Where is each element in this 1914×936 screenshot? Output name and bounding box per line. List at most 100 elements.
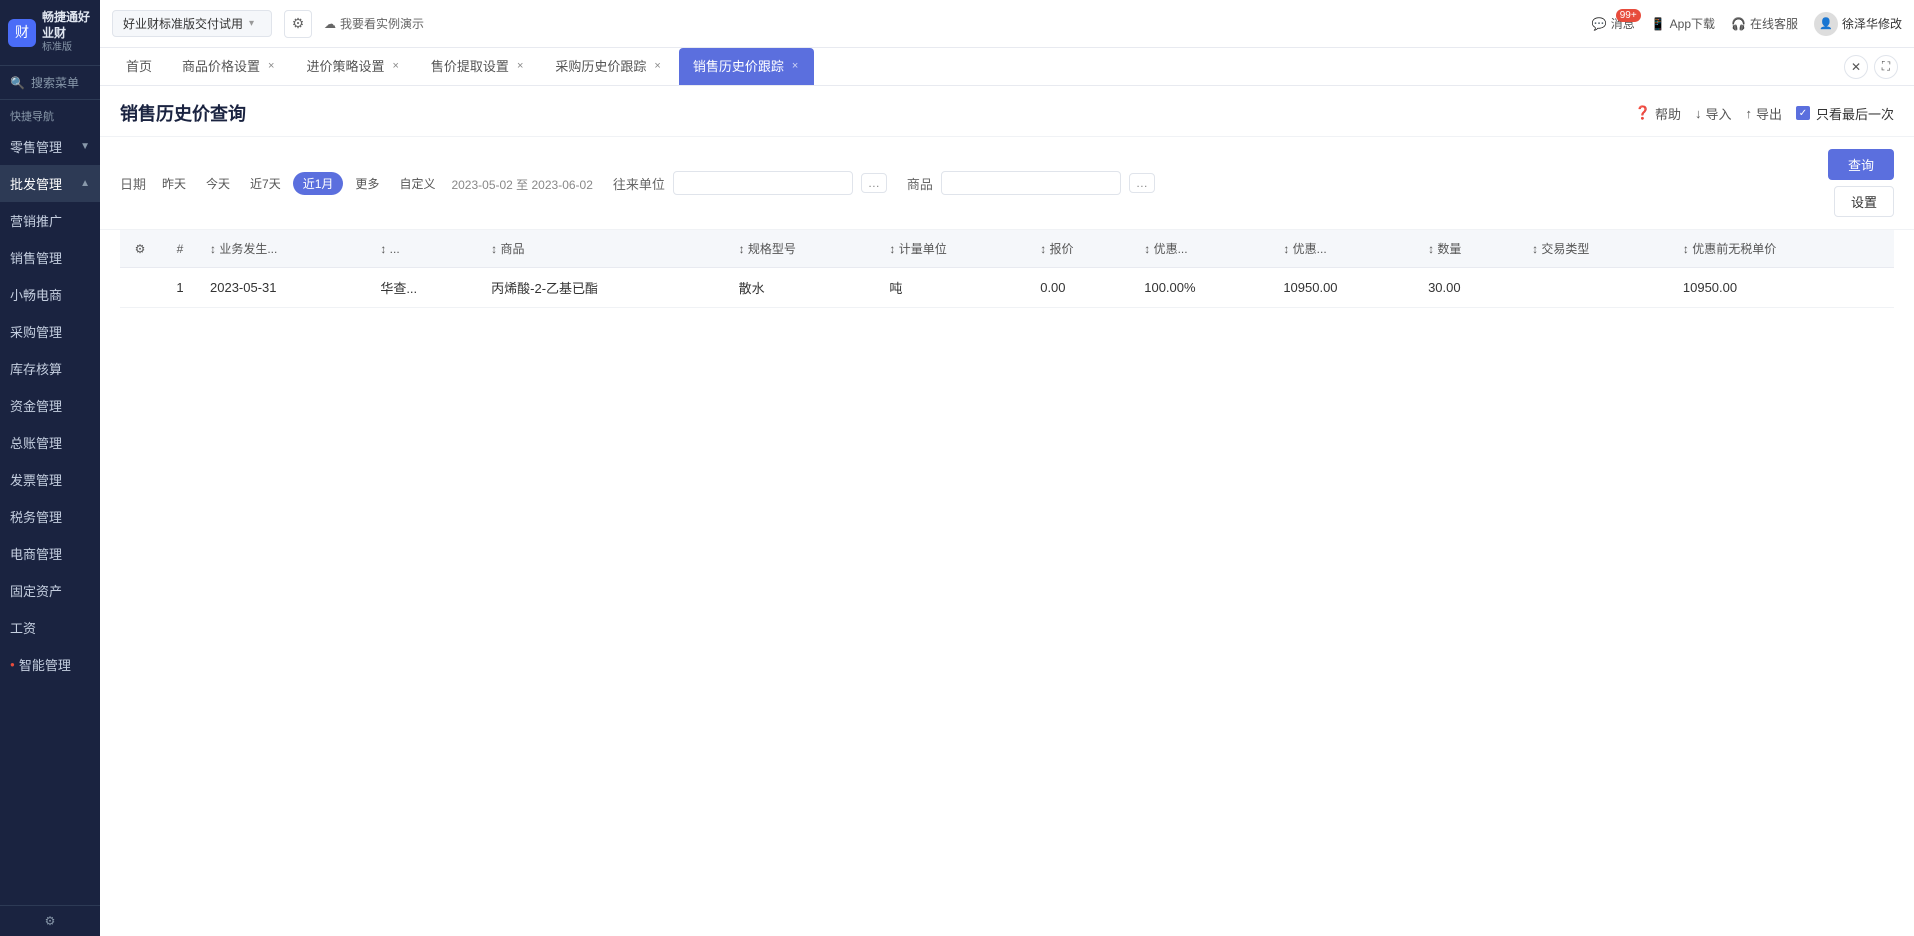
row-num-cell: 1 — [160, 268, 200, 308]
app-download-label: App下载 — [1670, 15, 1715, 32]
col-header-extra[interactable]: ↕ ... — [370, 230, 481, 268]
supplier-filter-group: 往来单位 … — [613, 171, 887, 195]
sidebar-item-finance[interactable]: 资金管理 — [0, 387, 100, 424]
gear-icon: ⚙ — [45, 914, 56, 928]
topbar-settings-button[interactable]: ⚙ — [284, 10, 312, 38]
tab-purchase-strategy[interactable]: 进价策略设置 × — [292, 48, 414, 85]
filter-settings-button[interactable]: 设置 — [1834, 186, 1894, 217]
close-panel-button[interactable]: ✕ — [1844, 55, 1868, 79]
sidebar-item-tax[interactable]: 税务管理 — [0, 498, 100, 535]
date-btn-today[interactable]: 今天 — [198, 172, 238, 195]
checkbox-checked-icon: ✓ — [1796, 106, 1810, 120]
last-only-checkbox[interactable]: ✓ 只看最后一次 — [1796, 104, 1894, 123]
messages-button[interactable]: 💬 消息 99+ — [1592, 15, 1635, 32]
sidebar-item-retail[interactable]: 零售管理 ▼ — [0, 128, 100, 165]
supplier-input[interactable] — [673, 171, 853, 195]
message-icon: 💬 — [1592, 17, 1607, 31]
date-btn-yesterday[interactable]: 昨天 — [154, 172, 194, 195]
date-btn-custom[interactable]: 自定义 — [391, 172, 443, 195]
date-filter-group: 日期 昨天 今天 近7天 近1月 更多 自定义 2023-05-02 至 202… — [120, 172, 593, 195]
tab-purchase-history-close[interactable]: × — [652, 60, 662, 72]
table-settings-icon: ⚙ — [135, 242, 146, 256]
col-header-settings[interactable]: ⚙ — [120, 230, 160, 268]
sidebar-item-general-ledger[interactable]: 总账管理 — [0, 424, 100, 461]
sidebar-item-smart[interactable]: ● 智能管理 — [0, 646, 100, 683]
filter-bar: 日期 昨天 今天 近7天 近1月 更多 自定义 2023-05-02 至 202… — [100, 137, 1914, 230]
sidebar-item-salary[interactable]: 工资 — [0, 609, 100, 646]
demo-link[interactable]: ☁ 我要看实例演示 — [324, 15, 424, 32]
export-button[interactable]: ↑ 导出 — [1745, 104, 1782, 123]
col-header-product[interactable]: ↕ 商品 — [481, 230, 728, 268]
col-header-spec[interactable]: ↕ 规格型号 — [729, 230, 880, 268]
product-filter-group: 商品 … — [907, 171, 1155, 195]
col-header-discount-price[interactable]: ↕ 优惠... — [1273, 230, 1418, 268]
import-label: 导入 — [1705, 104, 1731, 123]
sidebar-item-sales[interactable]: 销售管理 — [0, 239, 100, 276]
data-table: ⚙ # ↕ 业务发生... ↕ ... ↕ 商品 ↕ 规 — [120, 230, 1894, 308]
supplier-dots[interactable]: … — [861, 173, 887, 193]
top-bar-right: 💬 消息 99+ 📱 App下载 🎧 在线客服 👤 徐泽华修改 — [1592, 12, 1902, 36]
col-header-num: # — [160, 230, 200, 268]
sidebar-settings-button[interactable]: ⚙ — [0, 905, 100, 936]
online-service-button[interactable]: 🎧 在线客服 — [1731, 15, 1798, 32]
col-header-biz-date[interactable]: ↕ 业务发生... — [200, 230, 370, 268]
quick-nav-label: 快捷导航 — [10, 108, 54, 124]
quick-nav[interactable]: 快捷导航 — [0, 100, 100, 128]
date-range-display: 2023-05-02 至 2023-06-02 — [451, 176, 592, 193]
tab-sales-history-close[interactable]: × — [790, 60, 800, 72]
product-input[interactable] — [941, 171, 1121, 195]
date-btn-more[interactable]: 更多 — [347, 172, 387, 195]
expand-panel-button[interactable]: ⛶ — [1874, 55, 1898, 79]
sidebar-item-ecommerce[interactable]: 电商管理 — [0, 535, 100, 572]
tab-sale-price-extract[interactable]: 售价提取设置 × — [417, 48, 539, 85]
tab-purchase-strategy-close[interactable]: × — [390, 60, 400, 72]
sidebar-item-wholesale[interactable]: 批发管理 ▲ — [0, 165, 100, 202]
sidebar-search[interactable]: 🔍 搜索菜单 — [0, 66, 100, 100]
col-header-trans-type[interactable]: ↕ 交易类型 — [1522, 230, 1673, 268]
col-header-quantity[interactable]: ↕ 数量 — [1418, 230, 1522, 268]
tab-product-price[interactable]: 商品价格设置 × — [168, 48, 290, 85]
app-logo: 财 畅捷通好业财 标准版 — [0, 0, 100, 66]
date-btn-last1month[interactable]: 近1月 — [293, 172, 344, 195]
headset-icon: 🎧 — [1731, 17, 1746, 31]
product-dots[interactable]: … — [1129, 173, 1155, 193]
dot-indicator: ● — [10, 660, 15, 669]
row-quantity-cell: 30.00 — [1418, 268, 1522, 308]
sidebar-item-purchase[interactable]: 采购管理 — [0, 313, 100, 350]
mobile-icon: 📱 — [1651, 17, 1666, 31]
col-header-list-price[interactable]: ↕ 报价 — [1030, 230, 1134, 268]
col-header-pretax-price[interactable]: ↕ 优惠前无税单价 — [1673, 230, 1894, 268]
query-button[interactable]: 查询 — [1828, 149, 1894, 180]
page-header: 销售历史价查询 ❓ 帮助 ↓ 导入 ↑ 导出 ✓ 只看最后一次 — [100, 86, 1914, 137]
date-btn-last7[interactable]: 近7天 — [242, 172, 289, 195]
col-header-unit[interactable]: ↕ 计量单位 — [879, 230, 1030, 268]
user-profile[interactable]: 👤 徐泽华修改 — [1814, 12, 1902, 36]
tabs-bar: 首页 商品价格设置 × 进价策略设置 × 售价提取设置 × 采购历史价跟踪 × … — [100, 48, 1914, 86]
page-title: 销售历史价查询 — [120, 100, 246, 126]
sidebar-item-marketing[interactable]: 营销推广 — [0, 202, 100, 239]
row-unit-cell: 吨 — [879, 268, 1030, 308]
app-name: 畅捷通好业财 — [42, 10, 92, 41]
sidebar-item-ecommerce-small[interactable]: 小畅电商 — [0, 276, 100, 313]
sidebar-item-invoice[interactable]: 发票管理 — [0, 461, 100, 498]
version-label: 好业财标准版交付试用 — [123, 15, 243, 32]
online-service-label: 在线客服 — [1750, 15, 1798, 32]
app-download-button[interactable]: 📱 App下载 — [1651, 15, 1715, 32]
import-button[interactable]: ↓ 导入 — [1695, 104, 1732, 123]
table-row[interactable]: 1 2023-05-31 华查... 丙烯酸-2-乙基已酯 散水 吨 0.00 … — [120, 268, 1894, 308]
sidebar-item-fixed-assets[interactable]: 固定资产 — [0, 572, 100, 609]
messages-badge: 99+ — [1616, 9, 1641, 22]
version-selector[interactable]: 好业财标准版交付试用 ▾ — [112, 10, 272, 37]
col-header-discount-rate[interactable]: ↕ 优惠... — [1134, 230, 1273, 268]
tab-purchase-history[interactable]: 采购历史价跟踪 × — [541, 48, 676, 85]
tab-sale-price-extract-close[interactable]: × — [515, 60, 525, 72]
tab-product-price-close[interactable]: × — [266, 60, 276, 72]
help-button[interactable]: ❓ 帮助 — [1635, 104, 1681, 123]
tab-home[interactable]: 首页 — [112, 48, 166, 85]
tab-sales-history[interactable]: 销售历史价跟踪 × — [679, 48, 814, 85]
search-label: 搜索菜单 — [31, 74, 79, 91]
avatar: 👤 — [1814, 12, 1838, 36]
page-content: 销售历史价查询 ❓ 帮助 ↓ 导入 ↑ 导出 ✓ 只看最后一次 — [100, 86, 1914, 936]
sidebar-item-inventory[interactable]: 库存核算 — [0, 350, 100, 387]
row-list-price-cell: 0.00 — [1030, 268, 1134, 308]
